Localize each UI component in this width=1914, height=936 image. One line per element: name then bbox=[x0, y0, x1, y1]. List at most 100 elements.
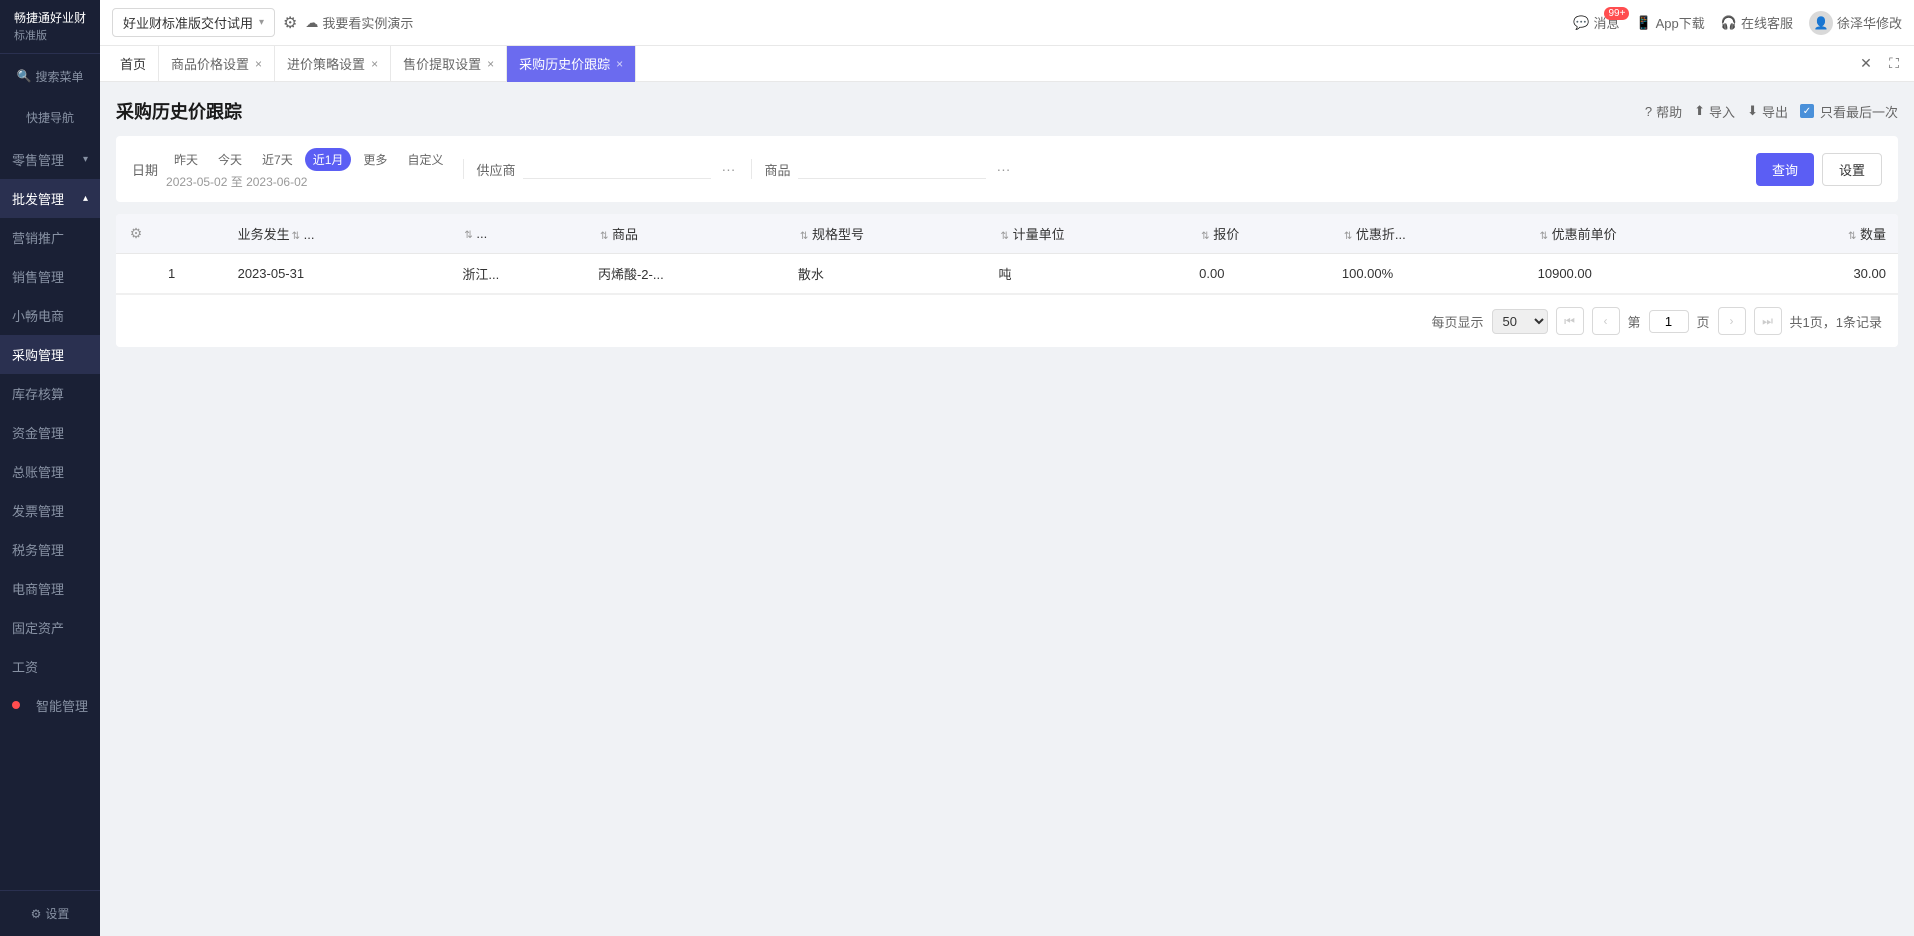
supplier-filter: 供应商 ··· bbox=[476, 159, 739, 179]
help-label: 帮助 bbox=[1656, 102, 1682, 121]
tab-expand-button[interactable]: ⛶ bbox=[1882, 52, 1906, 76]
tab-sale-price-label: 售价提取设置 bbox=[403, 54, 481, 73]
sort-price-icon[interactable]: ⇅ bbox=[1201, 231, 1209, 242]
headset-icon: 🎧 bbox=[1721, 15, 1737, 31]
sidebar-item-wholesale[interactable]: 批发管理 ▴ bbox=[0, 179, 100, 218]
sidebar-item-ecommerce-small[interactable]: 小畅电商 bbox=[0, 296, 100, 335]
topbar-settings-icon[interactable]: ⚙ bbox=[283, 13, 297, 33]
sidebar-item-general-ledger[interactable]: 总账管理 bbox=[0, 452, 100, 491]
sidebar-item-payroll[interactable]: 工资 bbox=[0, 647, 100, 686]
export-label: 导出 bbox=[1762, 102, 1788, 121]
app-download-label: App下载 bbox=[1656, 13, 1705, 32]
page-input[interactable] bbox=[1649, 310, 1689, 333]
per-page-label: 每页显示 bbox=[1431, 312, 1483, 331]
page-title: 采购历史价跟踪 bbox=[116, 98, 242, 124]
pagination-first-button[interactable]: ⏮ bbox=[1556, 307, 1584, 335]
date-btn-yesterday[interactable]: 昨天 bbox=[166, 148, 206, 171]
goods-input[interactable] bbox=[798, 159, 986, 179]
app-download-button[interactable]: 📱 App下载 bbox=[1635, 13, 1704, 32]
date-btn-more[interactable]: 更多 bbox=[355, 148, 395, 171]
help-button[interactable]: ? 帮助 bbox=[1645, 102, 1682, 121]
sort-extra-icon[interactable]: ⇅ bbox=[464, 230, 472, 241]
topbar: 好业财标准版交付试用 ▾ ⚙ ☁ 我要看实例演示 💬 消息 99+ 📱 App下… bbox=[100, 0, 1914, 46]
date-btn-1month[interactable]: 近1月 bbox=[305, 148, 352, 171]
tab-goods-price[interactable]: 商品价格设置 × bbox=[159, 46, 275, 82]
sidebar-item-tax[interactable]: 税务管理 bbox=[0, 530, 100, 569]
sort-date-icon[interactable]: ⇅ bbox=[292, 231, 300, 242]
sidebar-item-marketing[interactable]: 营销推广 bbox=[0, 218, 100, 257]
sidebar-item-label: 总账管理 bbox=[12, 462, 64, 481]
sort-goods-icon[interactable]: ⇅ bbox=[600, 231, 608, 242]
only-last-checkbox[interactable] bbox=[1800, 104, 1814, 118]
sidebar-item-sales[interactable]: 销售管理 bbox=[0, 257, 100, 296]
query-button[interactable]: 查询 bbox=[1756, 153, 1814, 186]
quick-nav-area: 快捷导航 bbox=[0, 99, 100, 140]
tab-goods-price-close[interactable]: × bbox=[255, 57, 262, 71]
message-badge: 99+ bbox=[1604, 7, 1629, 20]
tab-close-button[interactable]: ✕ bbox=[1854, 52, 1878, 76]
pagination-last-button[interactable]: ⏭ bbox=[1754, 307, 1782, 335]
sort-pre-price-icon[interactable]: ⇅ bbox=[1540, 231, 1548, 242]
td-discount: 100.00% bbox=[1330, 254, 1526, 294]
sidebar-nav: 零售管理 ▾ 批发管理 ▴ 营销推广 销售管理 小畅电商 采购管理 库存核算 资… bbox=[0, 140, 100, 890]
online-service-button[interactable]: 🎧 在线客服 bbox=[1721, 13, 1793, 32]
message-button[interactable]: 💬 消息 99+ bbox=[1573, 13, 1619, 32]
sidebar-item-label: 库存核算 bbox=[12, 384, 64, 403]
supplier-input-group: ··· bbox=[523, 159, 739, 179]
pagination-total: 共1页，1条记录 bbox=[1790, 312, 1882, 331]
column-settings-icon[interactable]: ⚙ bbox=[130, 225, 143, 241]
gear-icon: ⚙ bbox=[31, 907, 42, 921]
sidebar-search-area: 🔍 搜索菜单 bbox=[0, 54, 100, 99]
tab-sale-price[interactable]: 售价提取设置 × bbox=[391, 46, 507, 82]
th-spec: ⇅ 规格型号 bbox=[786, 214, 987, 254]
date-btn-7days[interactable]: 近7天 bbox=[254, 148, 301, 171]
sidebar-item-intelligent[interactable]: 智能管理 bbox=[0, 686, 100, 725]
pagination-next-button[interactable]: › bbox=[1718, 307, 1746, 335]
settings-button[interactable]: 设置 bbox=[1822, 153, 1882, 186]
export-button[interactable]: ⬇ 导出 bbox=[1747, 102, 1788, 121]
per-page-select[interactable]: 50 100 200 bbox=[1492, 309, 1548, 334]
search-menu-button[interactable]: 🔍 搜索菜单 bbox=[8, 62, 92, 91]
user-menu[interactable]: 👤 徐泽华修改 bbox=[1809, 11, 1902, 35]
quick-nav-button[interactable]: 快捷导航 bbox=[8, 103, 92, 132]
sidebar-item-label: 智能管理 bbox=[36, 696, 88, 715]
online-service-label: 在线客服 bbox=[1741, 13, 1793, 32]
import-label: 导入 bbox=[1709, 102, 1735, 121]
sidebar-item-finance[interactable]: 资金管理 bbox=[0, 413, 100, 452]
tab-home[interactable]: 首页 bbox=[108, 46, 159, 82]
sidebar-settings-button[interactable]: ⚙ 设置 bbox=[8, 899, 92, 928]
th-date-extra: ... bbox=[304, 227, 315, 242]
help-icon: ? bbox=[1645, 104, 1652, 119]
sort-spec-icon[interactable]: ⇅ bbox=[800, 231, 808, 242]
table-row: 1 2023-05-31 浙江... 丙烯酸-2-... 散水 吨 0.00 1… bbox=[116, 254, 1898, 294]
goods-more-icon[interactable]: ··· bbox=[992, 161, 1014, 177]
pagination-prev-button[interactable]: ‹ bbox=[1592, 307, 1620, 335]
date-btn-custom[interactable]: 自定义 bbox=[399, 148, 451, 171]
date-btn-today[interactable]: 今天 bbox=[210, 148, 250, 171]
sidebar-item-label: 发票管理 bbox=[12, 501, 64, 520]
sort-quantity-icon[interactable]: ⇅ bbox=[1848, 231, 1856, 242]
company-selector[interactable]: 好业财标准版交付试用 ▾ bbox=[112, 8, 275, 37]
sidebar-item-inventory[interactable]: 库存核算 bbox=[0, 374, 100, 413]
sidebar-item-fixed-assets[interactable]: 固定资产 bbox=[0, 608, 100, 647]
import-button[interactable]: ⬆ 导入 bbox=[1694, 102, 1735, 121]
app-logo: 畅捷通好业财 标准版 bbox=[0, 0, 100, 54]
only-last-toggle[interactable]: 只看最后一次 bbox=[1800, 102, 1898, 121]
tab-sale-price-close[interactable]: × bbox=[487, 57, 494, 71]
supplier-more-icon[interactable]: ··· bbox=[717, 161, 739, 177]
sidebar-item-ecommerce[interactable]: 电商管理 bbox=[0, 569, 100, 608]
tab-purchase-history-close[interactable]: × bbox=[616, 57, 623, 71]
tab-purchase-strategy-close[interactable]: × bbox=[371, 57, 378, 71]
sidebar-item-retail[interactable]: 零售管理 ▾ bbox=[0, 140, 100, 179]
tab-purchase-strategy[interactable]: 进价策略设置 × bbox=[275, 46, 391, 82]
tab-purchase-history[interactable]: 采购历史价跟踪 × bbox=[507, 46, 636, 82]
sort-unit-icon[interactable]: ⇅ bbox=[1001, 231, 1009, 242]
sidebar-item-purchase[interactable]: 采购管理 bbox=[0, 335, 100, 374]
only-last-label: 只看最后一次 bbox=[1820, 102, 1898, 121]
supplier-input[interactable] bbox=[523, 159, 711, 179]
demo-button[interactable]: ☁ 我要看实例演示 bbox=[305, 13, 413, 32]
import-icon: ⬆ bbox=[1694, 103, 1705, 119]
sort-discount-icon[interactable]: ⇅ bbox=[1344, 231, 1352, 242]
sidebar-item-invoice[interactable]: 发票管理 bbox=[0, 491, 100, 530]
pagination: 每页显示 50 100 200 ⏮ ‹ 第 页 › ⏭ 共1页，1条记录 bbox=[116, 294, 1898, 347]
